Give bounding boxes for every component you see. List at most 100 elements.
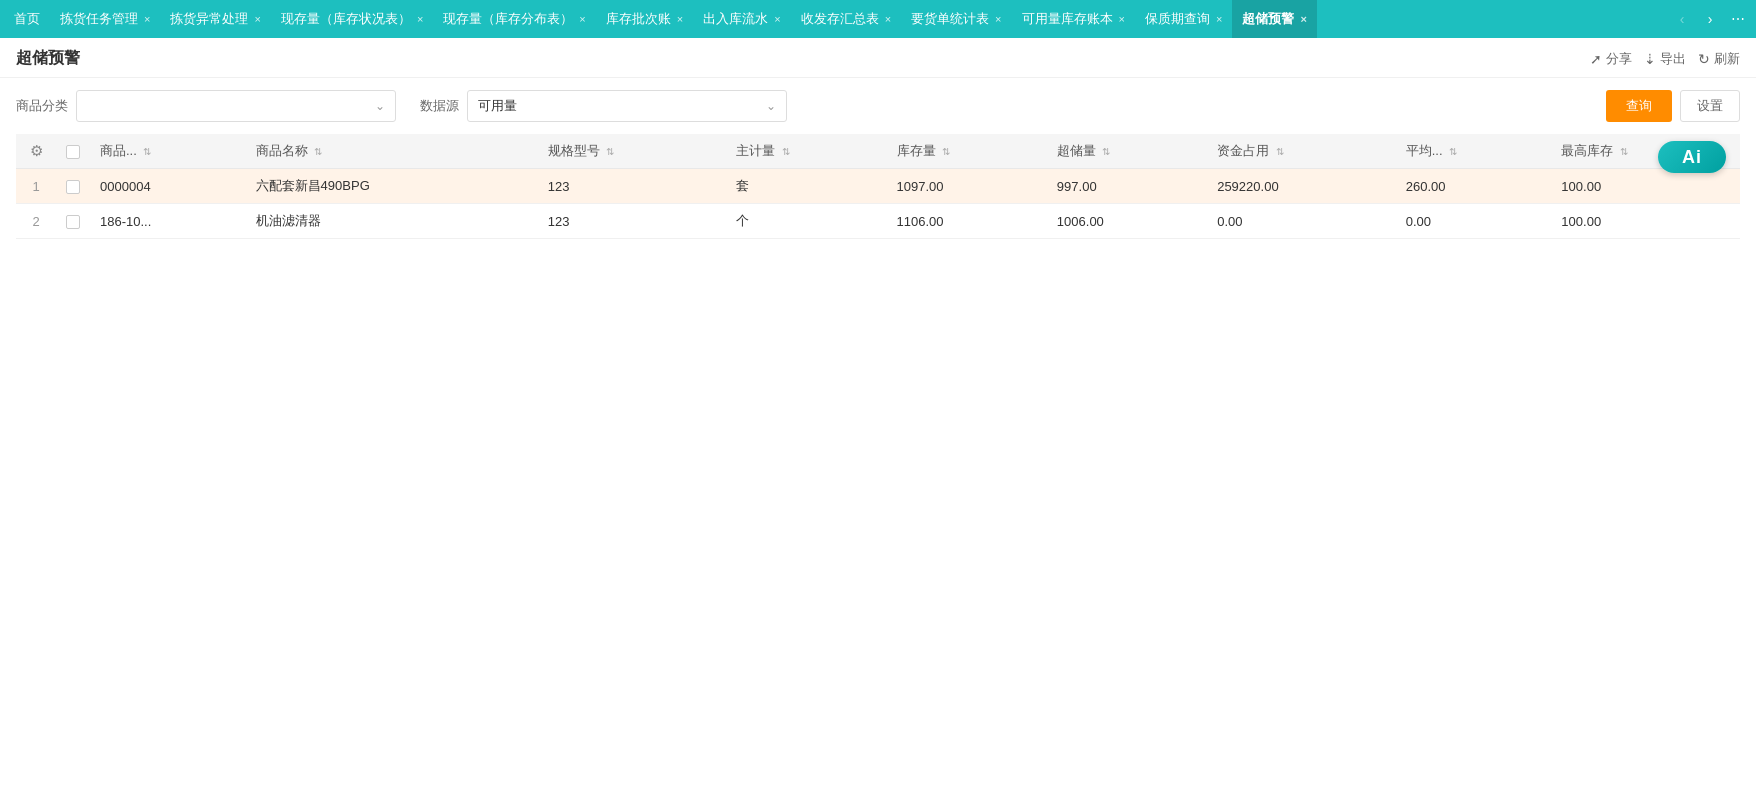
product-name-cell: 六配套新昌490BPG — [246, 169, 538, 204]
th-checkbox — [56, 134, 90, 169]
stock-cell: 1097.00 — [887, 169, 1047, 204]
overstock-cell: 997.00 — [1047, 169, 1207, 204]
sort-icon[interactable]: ⇅ — [1449, 146, 1457, 157]
close-icon[interactable]: × — [144, 13, 150, 25]
table-row[interactable]: 2 186-10... 机油滤清器 123 个 1106.00 1006.00 … — [16, 204, 1740, 239]
sort-icon[interactable]: ⇅ — [1620, 146, 1628, 157]
product-name-cell: 机油滤清器 — [246, 204, 538, 239]
capital-use-cell: 0.00 — [1207, 204, 1396, 239]
row-checkbox[interactable] — [66, 215, 80, 229]
table-row[interactable]: 1 0000004 六配套新昌490BPG 123 套 1097.00 997.… — [16, 169, 1740, 204]
product-code-cell: 0000004 — [90, 169, 246, 204]
nav-item-5[interactable]: 出入库流水 × — [693, 0, 790, 38]
product-category-label: 商品分类 — [16, 97, 68, 115]
unit-cell: 个 — [726, 204, 886, 239]
sort-icon[interactable]: ⇅ — [1102, 146, 1110, 157]
close-icon[interactable]: × — [677, 13, 683, 25]
th-overstock: 超储量 ⇅ — [1047, 134, 1207, 169]
row-checkbox-cell — [56, 204, 90, 239]
nav-more-button[interactable]: ⋯ — [1724, 0, 1752, 38]
sort-icon[interactable]: ⇅ — [606, 146, 614, 157]
sort-icon[interactable]: ⇅ — [942, 146, 950, 157]
share-icon: ➚ — [1590, 51, 1602, 67]
data-source-select[interactable]: 可用量 ⌄ — [467, 90, 787, 122]
avg-cell: 260.00 — [1396, 169, 1552, 204]
data-source-label: 数据源 — [420, 97, 459, 115]
row-checkbox[interactable] — [66, 180, 80, 194]
th-product-name: 商品名称 ⇅ — [246, 134, 538, 169]
product-category-filter: 商品分类 ⌄ — [16, 90, 396, 122]
nav-item-6[interactable]: 收发存汇总表 × — [791, 0, 901, 38]
data-table: ⚙ 商品... ⇅ 商品名称 ⇅ 规格型号 ⇅ 主计量 — [16, 134, 1740, 239]
nav-arrows: ‹ › ⋯ — [1668, 0, 1752, 38]
max-stock-cell: 100.00 — [1551, 204, 1740, 239]
th-stock: 库存量 ⇅ — [887, 134, 1047, 169]
th-capital-use: 资金占用 ⇅ — [1207, 134, 1396, 169]
nav-item-1[interactable]: 拣货异常处理 × — [160, 0, 270, 38]
nav-item-9[interactable]: 保质期查询 × — [1135, 0, 1232, 38]
th-avg: 平均... ⇅ — [1396, 134, 1552, 169]
close-icon[interactable]: × — [579, 13, 585, 25]
refresh-button[interactable]: ↻ 刷新 — [1698, 50, 1740, 68]
spec-cell: 123 — [538, 204, 727, 239]
close-icon[interactable]: × — [774, 13, 780, 25]
unit-cell: 套 — [726, 169, 886, 204]
sort-icon[interactable]: ⇅ — [782, 146, 790, 157]
close-icon[interactable]: × — [995, 13, 1001, 25]
table-container: ⚙ 商品... ⇅ 商品名称 ⇅ 规格型号 ⇅ 主计量 — [0, 134, 1756, 239]
th-spec: 规格型号 ⇅ — [538, 134, 727, 169]
row-number: 2 — [16, 204, 56, 239]
th-unit: 主计量 ⇅ — [726, 134, 886, 169]
nav-item-2[interactable]: 现存量（库存状况表） × — [271, 0, 433, 38]
nav-item-7[interactable]: 要货单统计表 × — [901, 0, 1011, 38]
gear-icon[interactable]: ⚙ — [30, 142, 43, 159]
product-code-cell: 186-10... — [90, 204, 246, 239]
nav-item-0[interactable]: 拣货任务管理 × — [50, 0, 160, 38]
max-stock-cell: 100.00 — [1551, 169, 1740, 204]
nav-item-4[interactable]: 库存批次账 × — [596, 0, 693, 38]
overstock-cell: 1006.00 — [1047, 204, 1207, 239]
share-button[interactable]: ➚ 分享 — [1590, 50, 1632, 68]
table-body: 1 0000004 六配套新昌490BPG 123 套 1097.00 997.… — [16, 169, 1740, 239]
close-icon[interactable]: × — [1216, 13, 1222, 25]
filter-area: 商品分类 ⌄ 数据源 可用量 ⌄ 查询 设置 — [0, 78, 1756, 134]
sort-icon[interactable]: ⇅ — [314, 146, 322, 157]
close-icon[interactable]: × — [254, 13, 260, 25]
avg-cell: 0.00 — [1396, 204, 1552, 239]
close-icon[interactable]: × — [885, 13, 891, 25]
nav-item-8[interactable]: 可用量库存账本 × — [1012, 0, 1135, 38]
export-button[interactable]: ⇣ 导出 — [1644, 50, 1686, 68]
close-icon[interactable]: × — [1119, 13, 1125, 25]
query-button[interactable]: 查询 — [1606, 90, 1672, 122]
nav-home[interactable]: 首页 — [4, 0, 50, 38]
nav-item-3[interactable]: 现存量（库存分布表） × — [433, 0, 595, 38]
filter-actions: 查询 设置 — [1606, 90, 1740, 122]
refresh-icon: ↻ — [1698, 51, 1710, 67]
row-checkbox-cell — [56, 169, 90, 204]
nav-bar: 首页 拣货任务管理 × 拣货异常处理 × 现存量（库存状况表） × 现存量（库存… — [0, 0, 1756, 38]
select-all-checkbox[interactable] — [66, 145, 80, 159]
ai-badge[interactable]: Ai — [1658, 141, 1726, 173]
page-header: 超储预警 ➚ 分享 ⇣ 导出 ↻ 刷新 — [0, 38, 1756, 78]
nav-item-10[interactable]: 超储预警 × — [1232, 0, 1316, 38]
spec-cell: 123 — [538, 169, 727, 204]
nav-next-button[interactable]: › — [1696, 0, 1724, 38]
data-source-value: 可用量 — [478, 97, 517, 115]
capital-use-cell: 259220.00 — [1207, 169, 1396, 204]
chevron-down-icon: ⌄ — [375, 99, 385, 113]
chevron-down-icon: ⌄ — [766, 99, 776, 113]
settings-button[interactable]: 设置 — [1680, 90, 1740, 122]
close-icon[interactable]: × — [1300, 13, 1306, 25]
table-header: ⚙ 商品... ⇅ 商品名称 ⇅ 规格型号 ⇅ 主计量 — [16, 134, 1740, 169]
nav-prev-button[interactable]: ‹ — [1668, 0, 1696, 38]
th-product-code: 商品... ⇅ — [90, 134, 246, 169]
export-icon: ⇣ — [1644, 51, 1656, 67]
row-number: 1 — [16, 169, 56, 204]
data-source-filter: 数据源 可用量 ⌄ — [420, 90, 787, 122]
close-icon[interactable]: × — [417, 13, 423, 25]
header-actions: ➚ 分享 ⇣ 导出 ↻ 刷新 — [1590, 50, 1740, 68]
sort-icon[interactable]: ⇅ — [143, 146, 151, 157]
sort-icon[interactable]: ⇅ — [1276, 146, 1284, 157]
stock-cell: 1106.00 — [887, 204, 1047, 239]
product-category-select[interactable]: ⌄ — [76, 90, 396, 122]
